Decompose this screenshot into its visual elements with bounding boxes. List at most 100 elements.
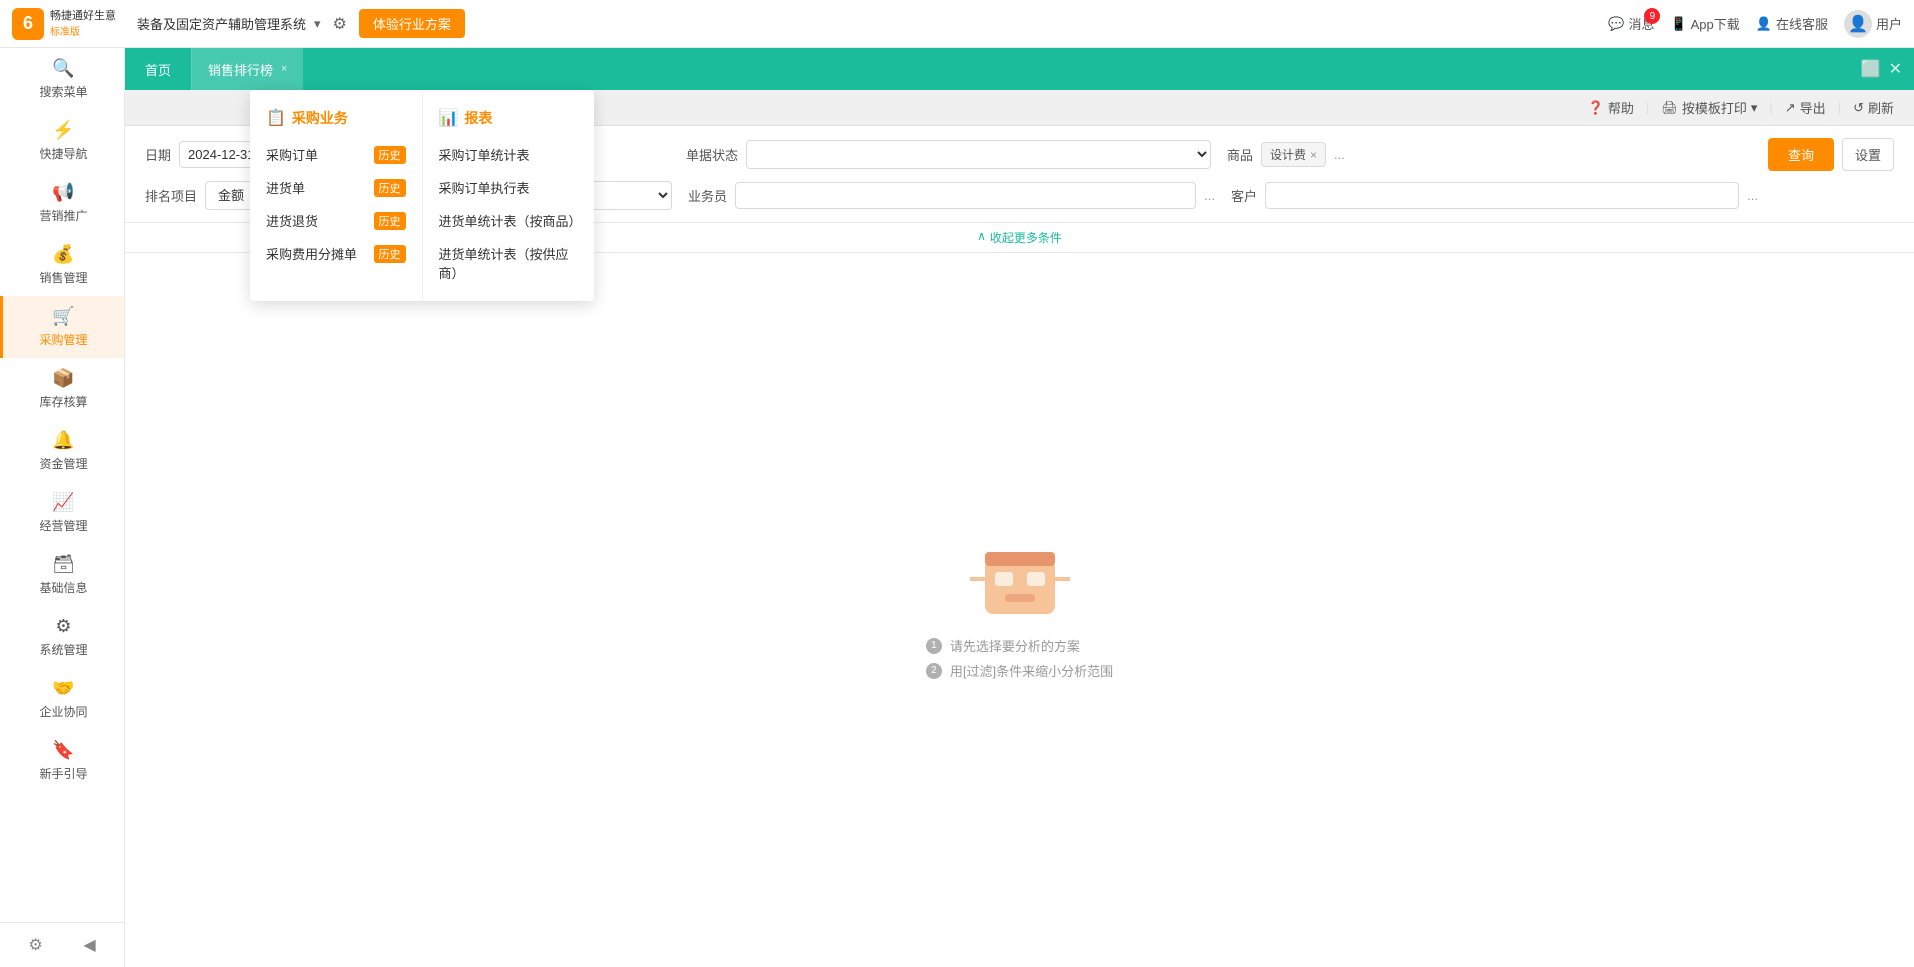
tab-sales-rank[interactable]: 销售排行榜 × xyxy=(192,48,303,90)
sidebar-item-cooperation[interactable]: 🤝 企业协同 xyxy=(0,668,124,730)
salesperson-ellipsis[interactable]: ... xyxy=(1204,188,1215,203)
app-download-action[interactable]: 📱 App下载 xyxy=(1670,14,1739,33)
industry-button[interactable]: 体验行业方案 xyxy=(359,9,465,38)
top-header: 6 畅捷通好生意 标准版 装备及固定资产辅助管理系统 ▾ ⚙ 体验行业方案 💬 … xyxy=(0,0,1914,48)
app-container: 6 畅捷通好生意 标准版 装备及固定资产辅助管理系统 ▾ ⚙ 体验行业方案 💬 … xyxy=(0,0,1914,967)
sidebar-item-basic-info[interactable]: 🗃 基础信息 xyxy=(0,544,124,606)
system-settings-button[interactable]: ⚙ xyxy=(329,10,351,38)
menu-item-order-stat[interactable]: 采购订单统计表 xyxy=(423,138,595,171)
incoming-stat-goods-label: 进货单统计表（按商品） xyxy=(439,211,579,230)
tab-restore-button[interactable]: ⬜ xyxy=(1861,59,1881,79)
empty-state: 1 请先选择要分析的方案 2 用[过滤]条件来缩小分析范围 xyxy=(125,253,1914,967)
sidebar-label-finance: 资金管理 xyxy=(39,455,87,472)
goods-ellipsis[interactable]: ... xyxy=(1334,147,1345,162)
system-dropdown-button[interactable]: ▾ xyxy=(314,16,321,32)
customer-input[interactable] xyxy=(1265,182,1739,209)
return-badge: 历史 xyxy=(374,212,406,230)
menu-item-incoming-stat-supplier[interactable]: 进货单统计表（按供应商） xyxy=(423,237,595,289)
sidebar-item-search-menu[interactable]: 🔍 搜索菜单 xyxy=(0,48,124,110)
menu-item-order-exec[interactable]: 采购订单执行表 xyxy=(423,171,595,204)
help-action[interactable]: ❓ 帮助 xyxy=(1588,98,1634,117)
action-buttons: 查询 设置 xyxy=(1768,138,1894,171)
user-action[interactable]: 👤 用户 xyxy=(1844,10,1902,38)
customer-ellipsis[interactable]: ... xyxy=(1747,188,1758,203)
sidebar-label-search-menu: 搜索菜单 xyxy=(39,83,87,100)
refresh-action[interactable]: ↺ 刷新 xyxy=(1853,98,1894,117)
sidebar-item-marketing[interactable]: 📢 营销推广 xyxy=(0,172,124,234)
sidebar-item-operations[interactable]: 📈 经营管理 xyxy=(0,482,124,544)
incoming-label: 进货单 xyxy=(266,178,305,197)
service-icon: 👤 xyxy=(1756,16,1772,32)
sidebar-settings-button[interactable]: ⚙ xyxy=(24,931,46,959)
purchase-dropdown-menu: 📋 采购业务 采购订单 历史 进货单 历史 进货退货 历史 xyxy=(250,90,594,301)
filter-voucher-status: 单据状态 xyxy=(686,140,1211,169)
sidebar-label-sales: 销售管理 xyxy=(39,269,87,286)
salesperson-input[interactable] xyxy=(735,182,1196,209)
tab-home[interactable]: 首页 xyxy=(125,48,192,90)
report-title-text: 报表 xyxy=(464,108,492,128)
sidebar-item-purchase[interactable]: 🛒 采购管理 xyxy=(0,296,124,358)
sidebar-item-system[interactable]: ⚙ 系统管理 xyxy=(0,606,124,668)
sales-icon: 💰 xyxy=(52,244,74,265)
goods-tag-close[interactable]: × xyxy=(1310,148,1317,162)
menu-item-incoming[interactable]: 进货单 历史 xyxy=(250,171,422,204)
voucher-status-label: 单据状态 xyxy=(686,145,738,164)
system-icon: ⚙ xyxy=(55,616,71,637)
order-exec-label: 采购订单执行表 xyxy=(439,178,530,197)
empty-hint-1: 1 请先选择要分析的方案 xyxy=(926,636,1113,655)
filter-settings-button[interactable]: 设置 xyxy=(1842,138,1894,171)
sidebar-item-finance[interactable]: 🔔 资金管理 xyxy=(0,420,124,482)
export-action[interactable]: ↗ 导出 xyxy=(1785,98,1826,117)
print-label: 按模板打印 xyxy=(1682,98,1747,117)
sidebar-item-inventory[interactable]: 📦 库存核算 xyxy=(0,358,124,420)
message-icon: 💬 xyxy=(1608,16,1624,32)
guide-icon: 🔖 xyxy=(52,740,74,761)
refresh-label: 刷新 xyxy=(1868,98,1894,117)
date-label: 日期 xyxy=(145,145,171,164)
incoming-stat-supplier-label: 进货单统计表（按供应商） xyxy=(439,244,579,282)
sidebar-item-sales[interactable]: 💰 销售管理 xyxy=(0,234,124,296)
salesperson-label: 业务员 xyxy=(688,186,727,205)
dropdown-purchase-col: 📋 采购业务 采购订单 历史 进货单 历史 进货退货 历史 xyxy=(250,90,423,301)
voucher-status-select[interactable] xyxy=(746,140,1211,169)
divider2: | xyxy=(1769,100,1772,115)
sidebar-label-purchase: 采购管理 xyxy=(39,331,87,348)
user-label: 用户 xyxy=(1876,14,1902,33)
main-layout: 🔍 搜索菜单 ⚡ 快捷导航 📢 营销推广 💰 销售管理 🛒 采购管理 📦 xyxy=(0,48,1914,967)
menu-item-return[interactable]: 进货退货 历史 xyxy=(250,204,422,237)
goods-label: 商品 xyxy=(1227,145,1253,164)
menu-item-incoming-stat-goods[interactable]: 进货单统计表（按商品） xyxy=(423,204,595,237)
message-action[interactable]: 💬 消息 9 xyxy=(1608,14,1654,33)
filter-customer: 客户 ... xyxy=(1231,182,1758,209)
header-middle: 装备及固定资产辅助管理系统 ▾ ⚙ 体验行业方案 xyxy=(137,9,1608,38)
purchase-title-text: 采购业务 xyxy=(292,108,348,128)
purchase-order-badge: 历史 xyxy=(374,146,406,164)
cooperation-icon: 🤝 xyxy=(52,678,74,699)
menu-item-expense[interactable]: 采购费用分摊单 历史 xyxy=(250,237,422,270)
sidebar-label-operations: 经营管理 xyxy=(39,517,87,534)
query-button[interactable]: 查询 xyxy=(1768,138,1834,171)
print-icon: 🖨 xyxy=(1661,100,1678,116)
print-action[interactable]: 🖨 按模板打印 ▾ xyxy=(1661,98,1757,117)
sidebar-item-quick-nav[interactable]: ⚡ 快捷导航 xyxy=(0,110,124,172)
export-label: 导出 xyxy=(1800,98,1826,117)
collapse-icon: ∧ xyxy=(977,229,986,246)
sidebar-collapse-button[interactable]: ◀ xyxy=(79,931,99,959)
menu-item-purchase-order[interactable]: 采购订单 历史 xyxy=(250,138,422,171)
sidebar-item-guide[interactable]: 🔖 新手引导 xyxy=(0,730,124,792)
print-dropdown-icon: ▾ xyxy=(1751,100,1758,116)
filter-salesperson: 业务员 ... xyxy=(688,182,1215,209)
tab-close-all-button[interactable]: ✕ xyxy=(1889,59,1902,79)
empty-text-area: 1 请先选择要分析的方案 2 用[过滤]条件来缩小分析范围 xyxy=(926,636,1113,686)
message-badge: 9 xyxy=(1644,8,1660,24)
marketing-icon: 📢 xyxy=(52,182,74,203)
online-service-action[interactable]: 👤 在线客服 xyxy=(1756,14,1828,33)
logo-icon: 6 xyxy=(12,8,44,40)
tab-close-button[interactable]: × xyxy=(281,63,287,75)
purchase-col-icon: 📋 xyxy=(266,108,286,128)
tab-sales-rank-label: 销售排行榜 xyxy=(208,60,273,79)
return-label: 进货退货 xyxy=(266,211,318,230)
purchase-icon: 🛒 xyxy=(52,306,74,327)
empty-hint-1-text: 请先选择要分析的方案 xyxy=(950,636,1080,655)
logo-char: 6 xyxy=(23,13,33,34)
